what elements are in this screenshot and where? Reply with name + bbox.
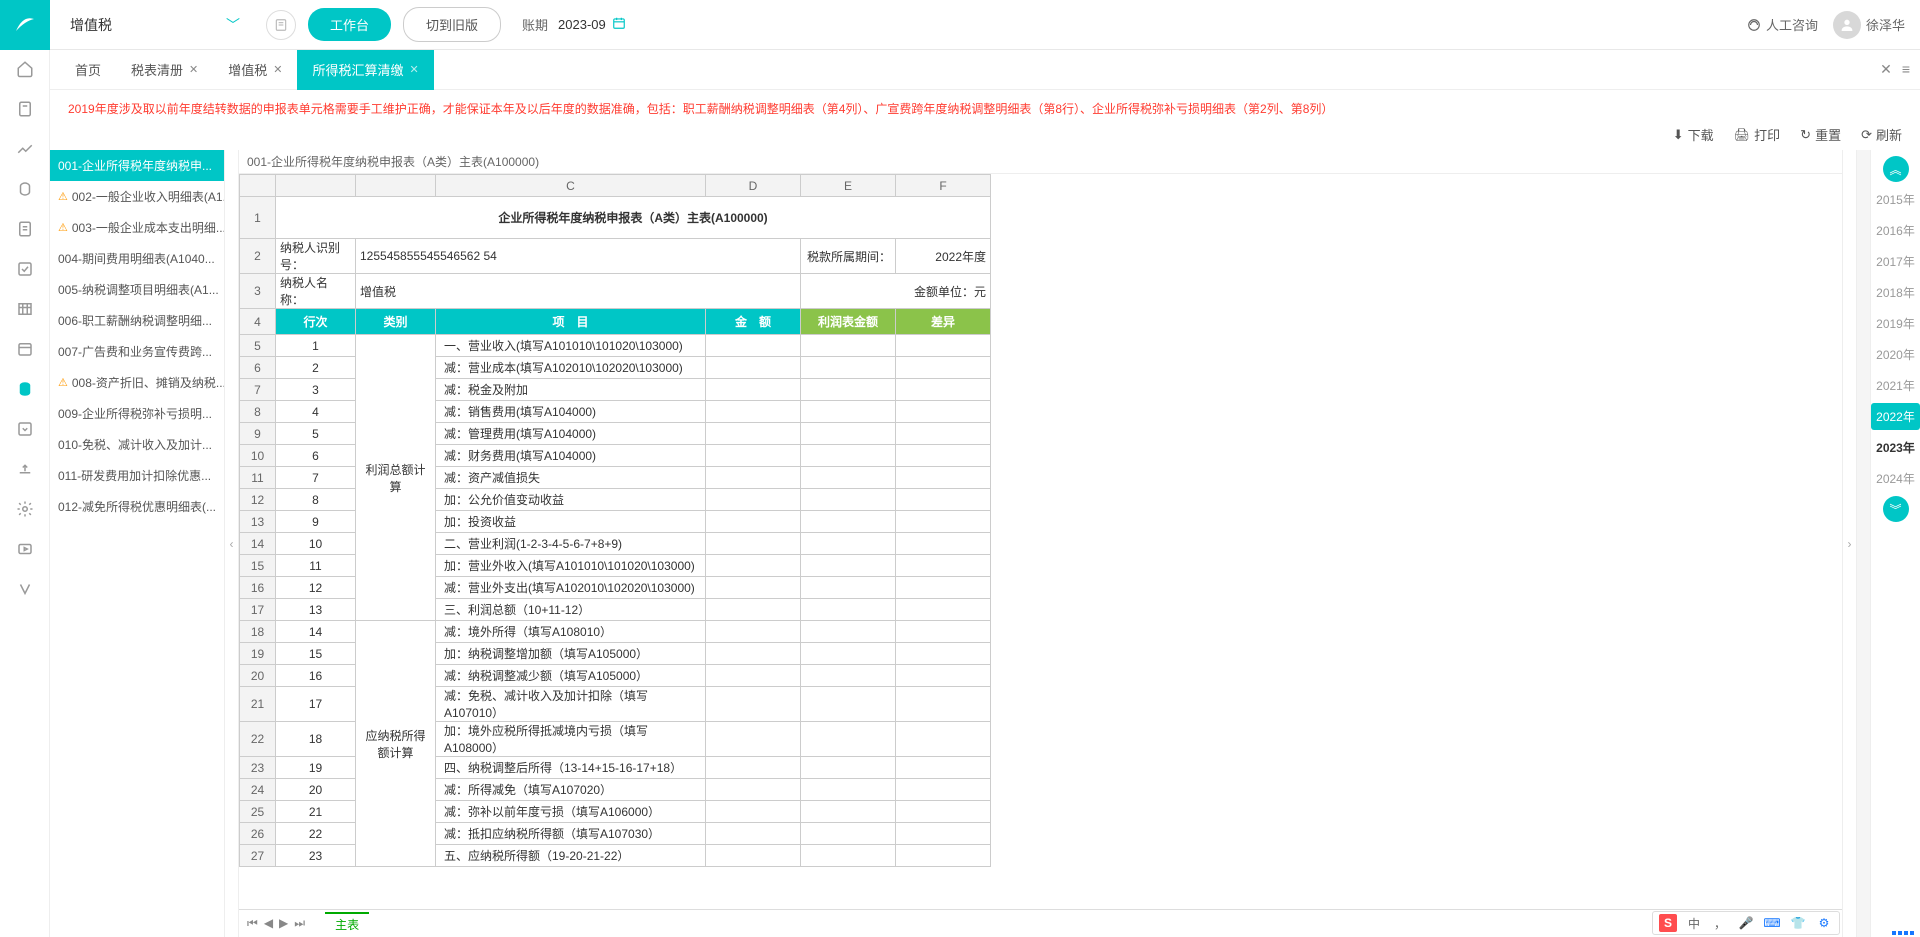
sheet-tab-main[interactable]: 主表 [325, 912, 369, 935]
nav-tax-icon[interactable] [14, 378, 36, 400]
spreadsheet-grid[interactable]: CDEF1企业所得税年度纳税申报表（A类）主表(A100000)2纳税人识别号：… [239, 174, 1842, 909]
nav-video-icon[interactable] [14, 538, 36, 560]
nav-home-icon[interactable] [14, 58, 36, 80]
year-2024年[interactable]: 2024年 [1871, 465, 1920, 492]
year-2015年[interactable]: 2015年 [1871, 186, 1920, 213]
ime-logo-icon: S [1659, 914, 1677, 932]
right-scrollbar[interactable] [1856, 150, 1870, 937]
nav-abacus-icon[interactable] [14, 298, 36, 320]
warning-icon: ⚠ [58, 221, 68, 234]
form-item[interactable]: 001-企业所得税年度纳税申... [50, 150, 224, 181]
form-item[interactable]: 007-广告费和业务宣传费跨... [50, 336, 224, 367]
year-rail: ︽ 2015年 2016年 2017年 2018年 2019年 2020年 2021年 202… [1870, 150, 1920, 937]
close-icon[interactable]: ✕ [189, 63, 198, 76]
year-2018年[interactable]: 2018年 [1871, 279, 1920, 306]
nav-form-icon[interactable] [14, 218, 36, 240]
expand-right-handle[interactable]: › [1842, 150, 1856, 937]
nav-settings-icon[interactable] [14, 498, 36, 520]
period-value[interactable]: 2023-09 [558, 17, 606, 32]
warning-notice: 2019年度涉及取以前年度结转数据的申报表单元格需要手工维护正确，才能保证本年及… [50, 90, 1920, 125]
ime-lang[interactable]: 中 [1685, 914, 1703, 932]
company-name: 增值税 [70, 15, 112, 35]
sheet-first-icon[interactable]: ⏮ [247, 916, 258, 931]
close-icon[interactable]: ✕ [273, 63, 282, 76]
tab-所得税汇算清缴[interactable]: 所得税汇算清缴✕ [297, 50, 433, 90]
user-menu[interactable]: 徐泽华 [1833, 11, 1905, 39]
tab-增值税[interactable]: 增值税✕ [213, 50, 297, 90]
ime-punct-icon[interactable]: ， [1711, 914, 1729, 932]
company-selector[interactable]: 增值税 ﹀ [50, 15, 260, 35]
consult-button[interactable]: 人工咨询 [1747, 15, 1818, 34]
notes-button[interactable] [266, 10, 296, 40]
ime-keyboard-icon[interactable]: ⌨ [1763, 914, 1781, 932]
year-2016年[interactable]: 2016年 [1871, 217, 1920, 244]
tab-bar: 首页税表清册✕增值税✕所得税汇算清缴✕ ✕ ≡ [50, 50, 1920, 90]
nav-chart-icon[interactable] [14, 138, 36, 160]
scroll-down-icon[interactable]: ︾ [1883, 496, 1909, 522]
tab-menu-icon[interactable]: ≡ [1902, 61, 1910, 78]
form-item[interactable]: 005-纳税调整项目明细表(A1... [50, 274, 224, 305]
scroll-up-icon[interactable]: ︽ [1883, 156, 1909, 182]
tab-税表清册[interactable]: 税表清册✕ [116, 50, 213, 90]
form-item[interactable]: 011-研发费用加计扣除优惠... [50, 460, 224, 491]
form-item[interactable]: ⚠002-一般企业收入明细表(A1... [50, 181, 224, 212]
year-2022年[interactable]: 2022年 [1871, 403, 1920, 430]
warning-icon: ⚠ [58, 376, 68, 389]
nav-doc-icon[interactable] [14, 98, 36, 120]
form-item[interactable]: 010-免税、减计收入及加计... [50, 429, 224, 460]
nav-archive-icon[interactable] [14, 418, 36, 440]
nav-calendar-icon[interactable] [14, 338, 36, 360]
period-label: 账期 [522, 15, 548, 34]
print-button[interactable]: 🖨打印 [1734, 125, 1781, 144]
ime-skin-icon[interactable]: 👕 [1789, 914, 1807, 932]
app-logo[interactable] [0, 0, 50, 50]
form-item[interactable]: 009-企业所得税弥补亏损明... [50, 398, 224, 429]
close-all-icon[interactable]: ✕ [1880, 61, 1892, 78]
nav-check-icon[interactable] [14, 258, 36, 280]
window-resize-handle[interactable] [1892, 931, 1914, 935]
form-item[interactable]: 006-职工薪酬纳税调整明细... [50, 305, 224, 336]
ime-tools-icon[interactable]: ⚙ [1815, 914, 1833, 932]
year-2019年[interactable]: 2019年 [1871, 310, 1920, 337]
workspace-button[interactable]: 工作台 [308, 8, 391, 41]
nav-upload-icon[interactable] [14, 458, 36, 480]
reset-button[interactable]: ↻重置 [1800, 125, 1841, 144]
sheet-next-icon[interactable]: ▶ [279, 916, 288, 931]
year-2021年[interactable]: 2021年 [1871, 372, 1920, 399]
nav-money-icon[interactable] [14, 178, 36, 200]
year-2020年[interactable]: 2020年 [1871, 341, 1920, 368]
left-nav [0, 50, 50, 937]
sheet-prev-icon[interactable]: ◀ [264, 916, 273, 931]
switch-old-button[interactable]: 切到旧版 [403, 7, 501, 42]
nav-v-icon[interactable] [14, 578, 36, 600]
ime-toolbar[interactable]: S 中 ， 🎤 ⌨ 👕 ⚙ [1652, 911, 1840, 935]
forms-sidebar: 001-企业所得税年度纳税申...⚠002-一般企业收入明细表(A1...⚠00… [50, 150, 225, 937]
sheet-last-icon[interactable]: ⏭ [294, 916, 305, 931]
collapse-sidebar-handle[interactable]: ‹ [225, 150, 239, 937]
sheet-breadcrumb: 001-企业所得税年度纳税申报表（A类）主表(A100000) [239, 150, 1842, 174]
download-button[interactable]: ⬇下载 [1673, 125, 1714, 144]
tab-首页[interactable]: 首页 [60, 50, 116, 90]
year-2017年[interactable]: 2017年 [1871, 248, 1920, 275]
form-item[interactable]: ⚠008-资产折旧、摊销及纳税... [50, 367, 224, 398]
form-item[interactable]: 004-期间费用明细表(A1040... [50, 243, 224, 274]
ime-voice-icon[interactable]: 🎤 [1737, 914, 1755, 932]
form-item[interactable]: 012-减免所得税优惠明细表(... [50, 491, 224, 522]
avatar [1833, 11, 1861, 39]
refresh-button[interactable]: ⟳刷新 [1861, 125, 1902, 144]
calendar-icon[interactable] [612, 16, 626, 33]
chevron-down-icon: ﹀ [226, 15, 240, 35]
year-2023年[interactable]: 2023年 [1871, 434, 1920, 461]
warning-icon: ⚠ [58, 190, 68, 203]
form-item[interactable]: ⚠003-一般企业成本支出明细... [50, 212, 224, 243]
close-icon[interactable]: ✕ [410, 63, 419, 76]
